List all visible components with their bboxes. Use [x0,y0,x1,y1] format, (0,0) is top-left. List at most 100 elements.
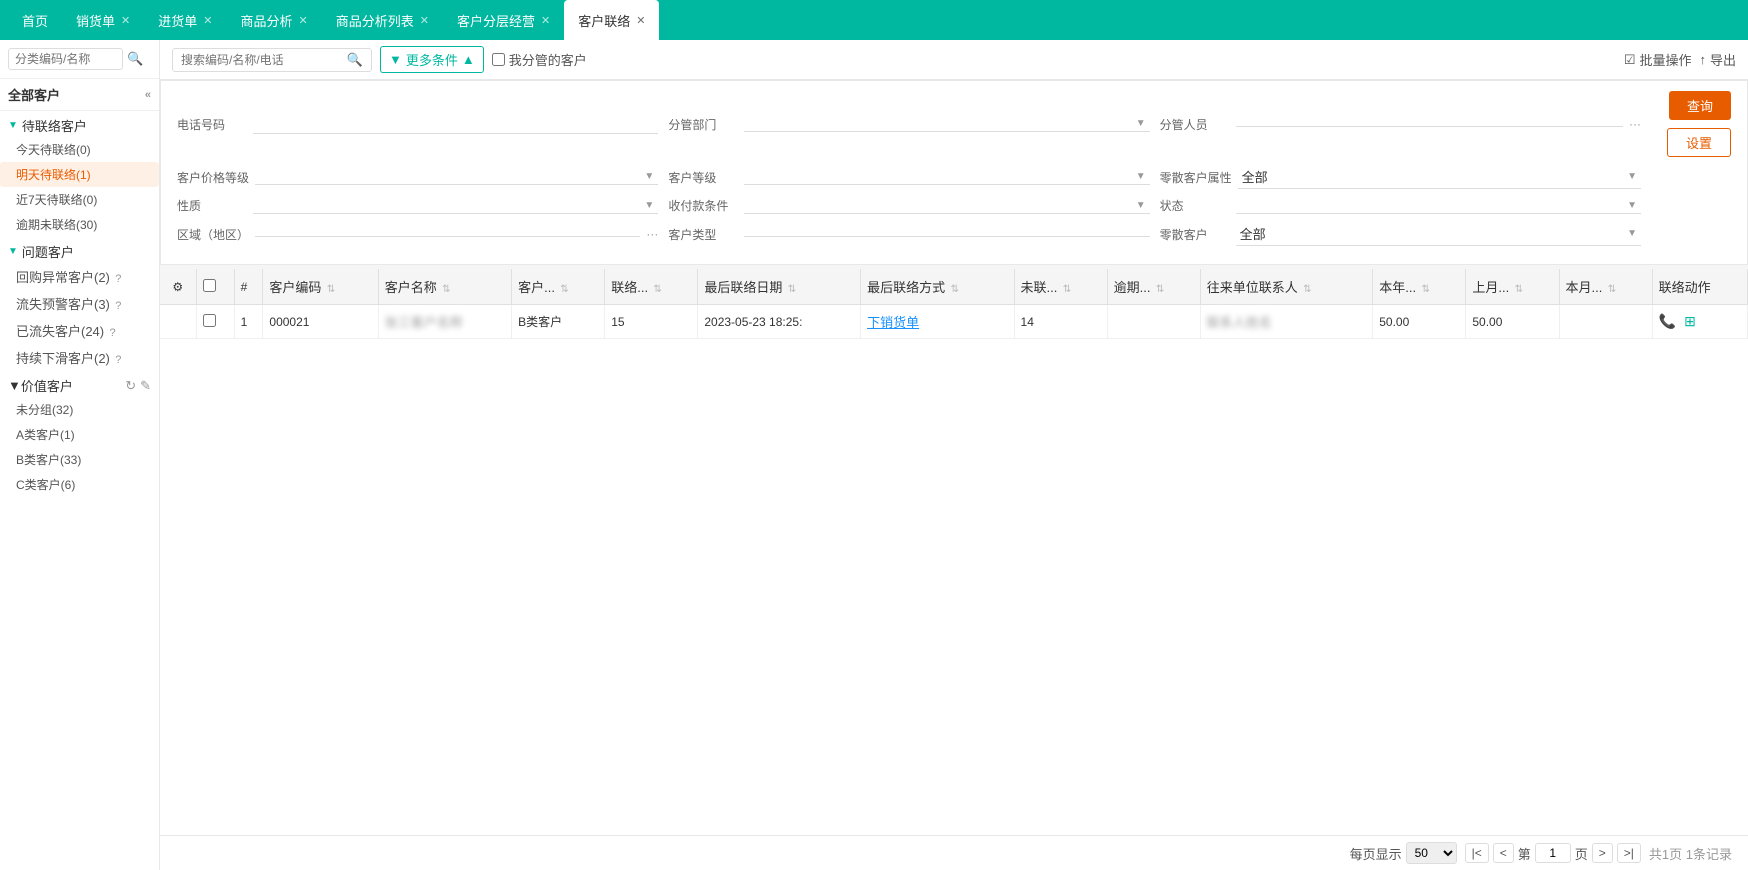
close-customer-stratification-icon[interactable]: ✕ [541,14,550,27]
sidebar-item-repurchase-abnormal[interactable]: 回购异常客户(2) ? [0,263,159,290]
close-purchase-order-icon[interactable]: ✕ [203,14,212,27]
sidebar-item-ungrouped[interactable]: 未分组(32) [0,397,159,422]
nav-sales-order[interactable]: 销货单 ✕ [62,0,144,40]
sidebar-item-declining[interactable]: 持续下滑客户(2) ? [0,344,159,371]
export-button[interactable]: ↑ 导出 [1699,50,1736,69]
last-page-button[interactable]: >| [1617,843,1641,863]
grid-icon[interactable]: ⊞ [1684,313,1696,330]
dept-select[interactable]: ▼ [744,116,1149,132]
retail-attr-select[interactable]: 全部 ▼ [1238,165,1641,189]
manager-dots-icon[interactable]: ··· [1629,117,1641,131]
uncontacted-col-header[interactable]: 未联... ⇅ [1014,269,1107,305]
query-button[interactable]: 查询 [1669,91,1731,120]
nav-customer-contact[interactable]: 客户联络 ✕ [564,0,659,40]
retail-customer-select[interactable]: 全部 ▼ [1236,222,1641,246]
this-month-sort-icon: ⇅ [1608,284,1616,295]
row-contact: 15 [605,305,698,339]
sidebar-value-group-header: ▼ 价值客户 ↻ ✎ [0,371,159,397]
this-month-col-header[interactable]: 本月... ⇅ [1559,269,1652,305]
next-page-button[interactable]: > [1592,843,1613,863]
overdue-col-header[interactable]: 逾期... ⇅ [1107,269,1200,305]
per-page-select[interactable]: 50 100 200 [1406,842,1457,864]
nav-purchase-order[interactable]: 进货单 ✕ [144,0,226,40]
sidebar-item-7days-pending[interactable]: 近7天待联络(0) [0,187,159,212]
sidebar-item-c-class[interactable]: C类客户(6) [0,472,159,497]
help-icon-4: ? [115,354,121,366]
customer-type-select[interactable] [744,232,1149,237]
code-col-header[interactable]: 客户编码 ⇅ [263,269,378,305]
last-contact-date-col-header[interactable]: 最后联络日期 ⇅ [698,269,861,305]
close-sales-order-icon[interactable]: ✕ [121,14,130,27]
sidebar-search-icon[interactable]: 🔍 [127,51,143,67]
nav-home[interactable]: 首页 [8,0,62,40]
all-customers-label: 全部客户 [8,85,60,104]
region-dots-icon[interactable]: ··· [646,227,658,241]
search-box: 🔍 [172,48,372,72]
help-icon-1: ? [115,273,121,285]
action-icons: 📞 ⊞ [1659,313,1741,330]
close-product-analysis-list-icon[interactable]: ✕ [420,14,429,27]
settings-col-header[interactable]: ⚙ [160,269,196,305]
search-icon[interactable]: 🔍 [347,52,363,68]
sidebar-item-b-class[interactable]: B类客户(33) [0,447,159,472]
sidebar-item-today-pending[interactable]: 今天待联络(0) [0,137,159,162]
sidebar-item-overdue-pending[interactable]: 逾期未联络(30) [0,212,159,237]
filter-price-level: 客户价格等级 ▼ [177,169,668,186]
more-filter-button[interactable]: ▼ 更多条件 ▲ [380,46,484,73]
last-month-col-header[interactable]: 上月... ⇅ [1466,269,1559,305]
sidebar-problem-group: ▼ 问题客户 [0,237,159,263]
nav-product-analysis[interactable]: 商品分析 ✕ [226,0,321,40]
payment-arrow-icon: ▼ [1136,200,1146,211]
row-last-contact-method[interactable]: 下销货单 [861,305,1014,339]
select-all-checkbox[interactable] [203,279,216,292]
close-product-analysis-icon[interactable]: ✕ [299,14,308,27]
close-customer-contact-icon[interactable]: ✕ [636,14,645,27]
unit-contact-col-header[interactable]: 往来单位联系人 ⇅ [1200,269,1372,305]
call-icon[interactable]: 📞 [1659,313,1676,330]
sidebar-item-churn-warning[interactable]: 流失预警客户(3) ? [0,290,159,317]
prev-page-button[interactable]: < [1493,843,1514,863]
filter-customer-level: 客户等级 ▼ [668,169,1159,186]
price-level-select[interactable]: ▼ [255,169,658,185]
checkbox-col-header[interactable] [196,269,234,305]
toolbar: 🔍 ▼ 更多条件 ▲ 我分管的客户 ☑ 批量操作 ↑ 导出 [160,40,1748,80]
manager-input[interactable] [1236,122,1623,127]
set-button[interactable]: 设置 [1667,128,1731,157]
status-select[interactable]: ▼ [1236,198,1641,214]
search-input[interactable] [181,53,347,67]
my-customers-checkbox[interactable] [492,53,505,66]
chevron-up-icon: ▲ [462,52,475,67]
nav-customer-stratification[interactable]: 客户分层经营 ✕ [443,0,564,40]
gender-select[interactable]: ▼ [253,198,658,214]
filter-actions: 查询 设置 [1651,91,1731,157]
filter-dept: 分管部门 ▼ [668,116,1159,133]
filter-manager: 分管人员 ··· [1160,116,1651,133]
refresh-icon[interactable]: ↻ [125,378,136,394]
type-col-header[interactable]: 客户... ⇅ [512,269,605,305]
payment-select[interactable]: ▼ [744,198,1149,214]
region-input[interactable] [255,232,640,237]
top-navigation: 首页 销货单 ✕ 进货单 ✕ 商品分析 ✕ 商品分析列表 ✕ 客户分层经营 ✕ … [0,0,1748,40]
batch-operation-button[interactable]: ☑ 批量操作 [1624,50,1692,69]
sidebar-all-customers[interactable]: 全部客户 « [0,79,159,111]
sidebar-item-a-class[interactable]: A类客户(1) [0,422,159,447]
nav-product-analysis-list[interactable]: 商品分析列表 ✕ [322,0,443,40]
contact-col-header[interactable]: 联络... ⇅ [605,269,698,305]
sidebar-search-input[interactable] [8,48,123,70]
row-select-checkbox[interactable] [203,314,216,327]
this-year-col-header[interactable]: 本年... ⇅ [1373,269,1466,305]
my-customers-checkbox-label[interactable]: 我分管的客户 [492,50,587,69]
phone-input[interactable] [253,115,658,134]
sidebar-item-churned[interactable]: 已流失客户(24) ? [0,317,159,344]
filter-payment: 收付款条件 ▼ [668,197,1159,214]
last-contact-method-col-header[interactable]: 最后联络方式 ⇅ [861,269,1014,305]
sidebar-item-tomorrow-pending[interactable]: 明天待联络(1) [0,162,159,187]
customer-level-select[interactable]: ▼ [744,169,1149,185]
row-checkbox[interactable] [196,305,234,339]
name-sort-icon: ⇅ [442,284,450,295]
name-col-header[interactable]: 客户名称 ⇅ [378,269,511,305]
filter-row-3: 性质 ▼ 收付款条件 ▼ 状态 [177,197,1731,214]
page-input[interactable] [1535,843,1571,863]
first-page-button[interactable]: |< [1465,843,1489,863]
edit-icon[interactable]: ✎ [140,378,151,394]
